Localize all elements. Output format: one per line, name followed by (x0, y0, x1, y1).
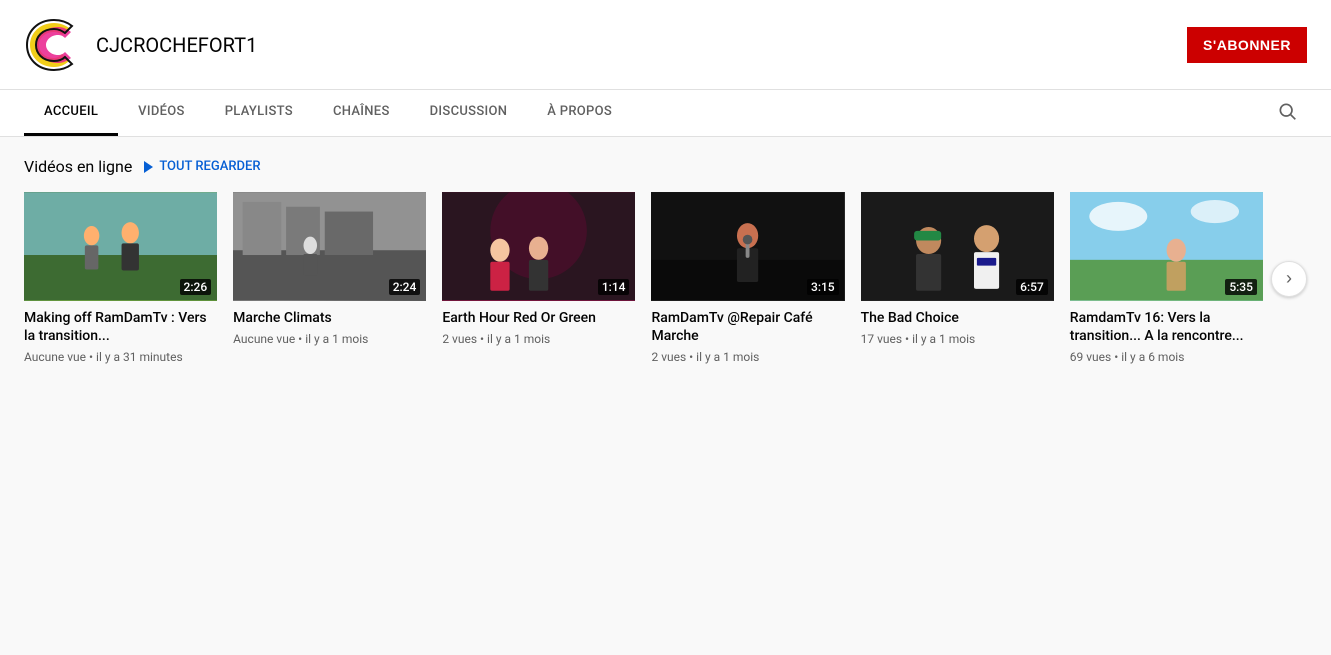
video-meta-1: Aucune vue • il y a 31 minutes (24, 349, 217, 366)
section-title: Vidéos en ligne (24, 157, 132, 176)
thumbnail-1: 2:26 (24, 192, 217, 301)
play-icon (144, 161, 153, 173)
video-title-5: The Bad Choice (861, 309, 1054, 327)
main-content: Vidéos en ligne TOUT REGARDER (0, 137, 1331, 386)
video-title-1: Making off RamDamTv : Vers la transition… (24, 309, 217, 345)
duration-6: 5:35 (1225, 279, 1257, 295)
next-arrow-button[interactable]: › (1271, 261, 1307, 297)
duration-1: 2:26 (180, 279, 212, 295)
thumbnail-5: 6:57 (861, 192, 1054, 301)
thumbnail-6: 5:35 (1070, 192, 1263, 301)
video-meta-2: Aucune vue • il y a 1 mois (233, 331, 426, 348)
videos-container: 2:26 Making off RamDamTv : Vers la trans… (24, 192, 1307, 366)
video-card-6[interactable]: 5:35 RamdamTv 16: Vers la transition... … (1070, 192, 1263, 366)
video-card-5[interactable]: 6:57 The Bad Choice 17 vues • il y a 1 m… (861, 192, 1054, 366)
video-card-1[interactable]: 2:26 Making off RamDamTv : Vers la trans… (24, 192, 217, 366)
video-card-2[interactable]: 2:24 Marche Climats Aucune vue • il y a … (233, 192, 426, 366)
channel-name: CJCROCHEFORT1 (96, 33, 257, 57)
thumbnail-2: 2:24 (233, 192, 426, 301)
video-meta-5: 17 vues • il y a 1 mois (861, 331, 1054, 348)
tab-chaines[interactable]: CHAÎNES (313, 90, 410, 136)
duration-4: 3:15 (807, 279, 839, 295)
navigation-tabs: ACCUEIL VIDÉOS PLAYLISTS CHAÎNES DISCUSS… (0, 90, 1331, 137)
video-title-6: RamdamTv 16: Vers la transition... A la … (1070, 309, 1263, 345)
search-icon[interactable] (1267, 91, 1307, 136)
duration-2: 2:24 (389, 279, 421, 295)
video-title-3: Earth Hour Red Or Green (442, 309, 635, 327)
chevron-right-icon: › (1286, 268, 1292, 289)
video-meta-4: 2 vues • il y a 1 mois (651, 349, 844, 366)
tab-apropos[interactable]: À PROPOS (527, 90, 632, 136)
video-meta-6: 69 vues • il y a 6 mois (1070, 349, 1263, 366)
logo-area: CJCROCHEFORT1 (24, 15, 1187, 75)
header: CJCROCHEFORT1 S'ABONNER (0, 0, 1331, 90)
duration-5: 6:57 (1016, 279, 1048, 295)
subscribe-button[interactable]: S'ABONNER (1187, 27, 1307, 63)
video-card-3[interactable]: 1:14 Earth Hour Red Or Green 2 vues • il… (442, 192, 635, 366)
section-header: Vidéos en ligne TOUT REGARDER (24, 157, 1307, 176)
thumbnail-3: 1:14 (442, 192, 635, 301)
videos-grid: 2:26 Making off RamDamTv : Vers la trans… (24, 192, 1263, 366)
video-title-4: RamDamTv @Repair Café Marche (651, 309, 844, 345)
video-card-4[interactable]: 3:15 RamDamTv @Repair Café Marche 2 vues… (651, 192, 844, 366)
tab-accueil[interactable]: ACCUEIL (24, 90, 118, 136)
channel-logo[interactable] (24, 15, 84, 75)
duration-3: 1:14 (598, 279, 630, 295)
thumbnail-4: 3:15 (651, 192, 844, 301)
video-meta-3: 2 vues • il y a 1 mois (442, 331, 635, 348)
tab-videos[interactable]: VIDÉOS (118, 90, 205, 136)
tab-discussion[interactable]: DISCUSSION (410, 90, 528, 136)
tout-regarder-label: TOUT REGARDER (159, 159, 260, 174)
video-title-2: Marche Climats (233, 309, 426, 327)
tab-playlists[interactable]: PLAYLISTS (205, 90, 313, 136)
tout-regarder-button[interactable]: TOUT REGARDER (144, 159, 260, 174)
